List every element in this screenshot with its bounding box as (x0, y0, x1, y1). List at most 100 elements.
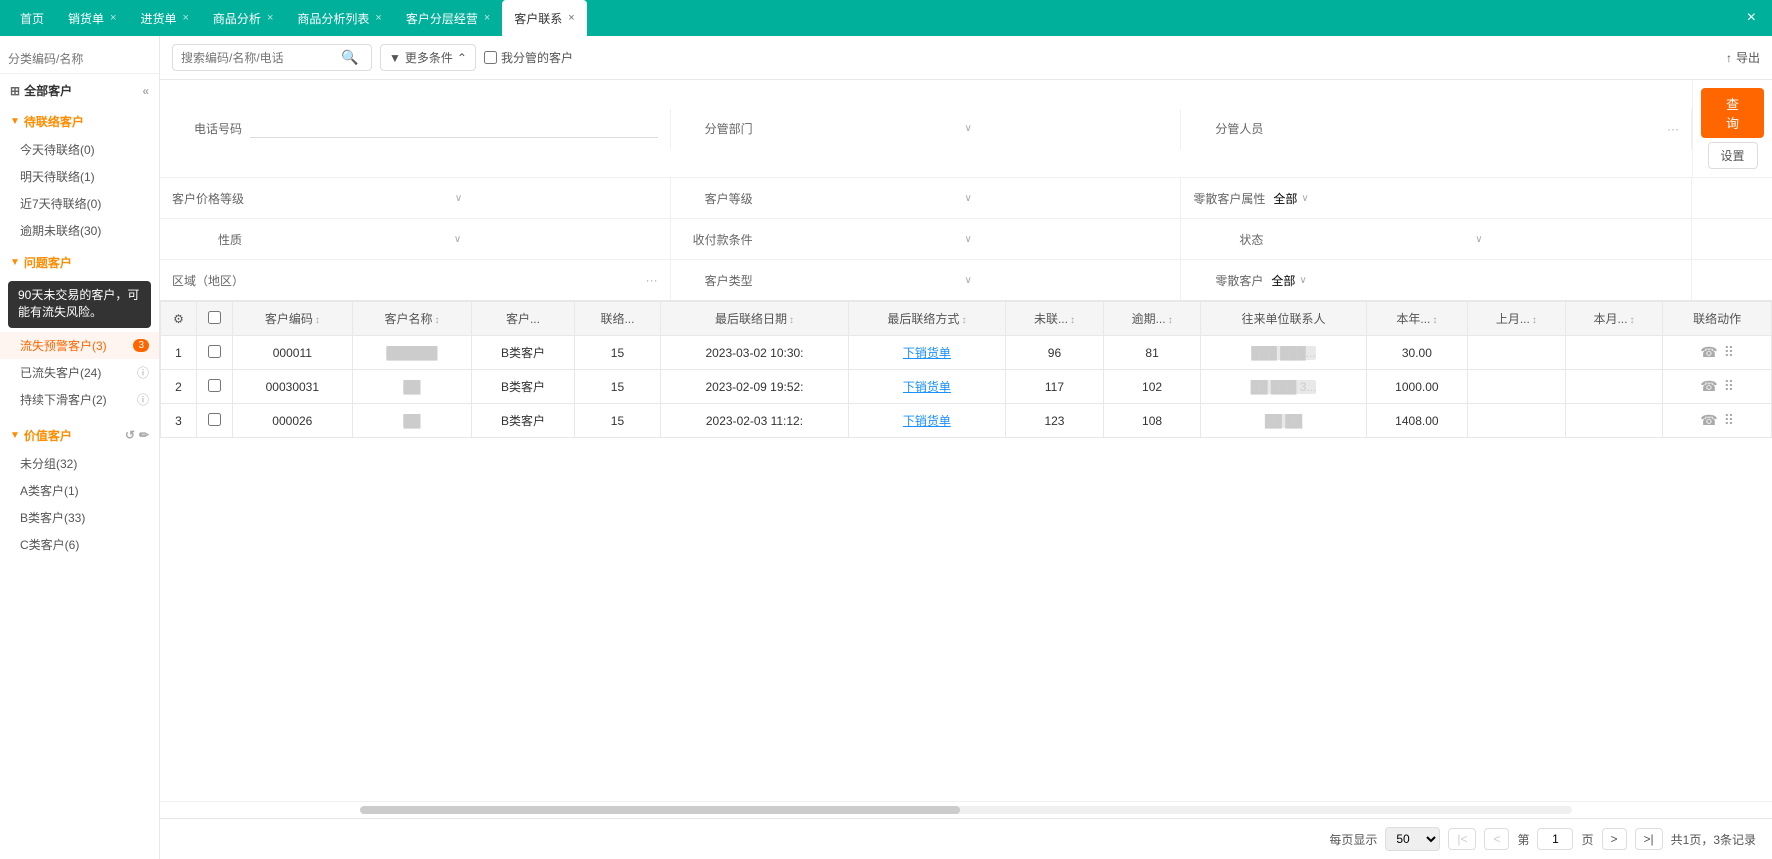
tab-product-analysis[interactable]: 商品分析 × (201, 0, 285, 36)
row-select-checkbox[interactable] (208, 379, 221, 392)
close-icon[interactable]: × (484, 12, 490, 24)
sidebar-search-input[interactable] (8, 52, 160, 66)
window-close-button[interactable]: × (1739, 9, 1764, 27)
zero-attr-select[interactable]: ∨ (1301, 193, 1679, 204)
payment-select[interactable]: ∨ (761, 234, 1169, 245)
select-all-checkbox[interactable] (208, 311, 221, 324)
horizontal-scrollbar[interactable] (160, 801, 1772, 818)
filter-row-1: 电话号码 分管部门 ∨ 分管人员 ··· (160, 80, 1772, 178)
row-code: 00030031 (233, 370, 353, 404)
close-icon[interactable]: × (267, 12, 273, 24)
filter-customer-type: 客户类型 ∨ (671, 260, 1182, 300)
tab-customer-segment[interactable]: 客户分层经营 × (394, 0, 502, 36)
th-this-year: 本年...↕ (1366, 302, 1467, 336)
first-page-button[interactable]: |< (1448, 828, 1476, 850)
collapse-icon[interactable]: « (142, 84, 149, 98)
row-type: B类客户 (472, 370, 574, 404)
export-button[interactable]: ↑ 导出 (1726, 49, 1760, 66)
row-select-checkbox[interactable] (208, 413, 221, 426)
more-actions-icon[interactable]: ⠿ (1724, 378, 1734, 395)
per-page-select[interactable]: 50 100 200 (1385, 827, 1440, 851)
close-icon[interactable]: × (568, 12, 574, 24)
row-contact: 15 (574, 336, 661, 370)
sidebar-group-title-pending[interactable]: ▼ 待联络客户 (0, 107, 159, 136)
page-input[interactable] (1537, 828, 1573, 850)
tab-sales-order[interactable]: 销货单 × (56, 0, 128, 36)
sidebar-item-class-b[interactable]: B类客户(33) (0, 504, 159, 531)
arrow-icon: ▼ (10, 116, 20, 127)
row-checkbox[interactable] (197, 370, 233, 404)
row-last-date: 2023-02-03 11:12: (661, 404, 848, 438)
more-icon[interactable]: ··· (1667, 122, 1679, 136)
prev-page-button[interactable]: < (1484, 828, 1509, 850)
row-name: ██████ (352, 336, 472, 370)
sidebar-item-tomorrow[interactable]: 明天待联络(1) (0, 163, 159, 190)
sidebar-item-ungroup[interactable]: 未分组(32) (0, 450, 159, 477)
tab-customer-contact[interactable]: 客户联系 × (502, 0, 586, 36)
row-code: 000026 (233, 404, 353, 438)
th-action: 联络动作 (1663, 302, 1772, 336)
settings-button[interactable]: 设置 (1708, 142, 1758, 169)
search-button[interactable]: 🔍 (341, 49, 358, 66)
row-last-date: 2023-03-02 10:30: (661, 336, 848, 370)
sidebar-item-churn-warning[interactable]: 流失预警客户(3) 3 (0, 332, 159, 359)
filter-panel: 电话号码 分管部门 ∨ 分管人员 ··· (160, 80, 1772, 301)
price-level-select[interactable]: ∨ (252, 193, 658, 204)
th-contact: 联络... (574, 302, 661, 336)
row-this-month (1565, 336, 1663, 370)
th-settings[interactable]: ⚙ (161, 302, 197, 336)
my-customers-checkbox-label[interactable]: 我分管的客户 (484, 49, 573, 66)
sidebar-item-today[interactable]: 今天待联络(0) (0, 136, 159, 163)
more-actions-icon[interactable]: ⠿ (1724, 344, 1734, 361)
more-actions-icon[interactable]: ⠿ (1724, 412, 1734, 429)
zero-customer-select[interactable]: ∨ (1299, 275, 1679, 286)
row-select-checkbox[interactable] (208, 345, 221, 358)
sidebar-item-class-c[interactable]: C类客户(6) (0, 531, 159, 558)
tab-product-list[interactable]: 商品分析列表 × (285, 0, 393, 36)
chevron-down-icon: ∨ (455, 193, 658, 204)
last-page-button[interactable]: >| (1635, 828, 1663, 850)
more-conditions-button[interactable]: ▼ 更多条件 ⌃ (380, 44, 476, 71)
close-icon[interactable]: × (375, 12, 381, 24)
refresh-icon[interactable]: ↺ (125, 428, 135, 442)
row-checkbox[interactable] (197, 336, 233, 370)
sidebar-group-problem: ▼ 问题客户 90天未交易的客户，可能有流失风险。 流失预警客户(3) 3 已流… (0, 248, 159, 413)
contact-icon[interactable]: ☎ (1700, 378, 1717, 395)
edit-icon[interactable]: ✏ (139, 428, 149, 442)
sidebar-group-title-value[interactable]: ▼ 价值客户 ↺ ✏ (0, 421, 159, 450)
scroll-thumb[interactable] (360, 806, 960, 814)
tab-purchase-order[interactable]: 进货单 × (128, 0, 200, 36)
sidebar-item-churned[interactable]: 已流失客户(24) ⓘ (0, 359, 159, 386)
sidebar-item-class-a[interactable]: A类客户(1) (0, 477, 159, 504)
status-select[interactable]: ∨ (1271, 234, 1679, 245)
tab-home[interactable]: 首页 (8, 0, 56, 36)
row-last-month (1468, 404, 1566, 438)
sidebar-item-declining[interactable]: 持续下滑客户(2) ⓘ (0, 386, 159, 413)
close-icon[interactable]: × (110, 12, 116, 24)
customer-type-select[interactable]: ∨ (761, 275, 1169, 286)
info-icon: ⓘ (137, 391, 149, 408)
next-page-button[interactable]: > (1602, 828, 1627, 850)
chevron-down-icon: ∨ (454, 234, 658, 245)
phone-input[interactable] (250, 119, 658, 138)
gender-select[interactable]: ∨ (250, 234, 658, 245)
sidebar-item-overdue[interactable]: 逾期未联络(30) (0, 217, 159, 244)
sidebar-all-customers[interactable]: ⊞ 全部客户 « (0, 74, 159, 107)
dept-select[interactable]: ∨ (761, 123, 1169, 134)
search-input[interactable] (181, 51, 341, 65)
row-actions: ☎ ⠿ (1663, 336, 1772, 370)
th-checkbox[interactable] (197, 302, 233, 336)
row-last-date: 2023-02-09 19:52: (661, 370, 848, 404)
contact-icon[interactable]: ☎ (1700, 412, 1717, 429)
query-button[interactable]: 查询 (1701, 88, 1764, 138)
customer-level-select[interactable]: ∨ (761, 193, 1169, 204)
close-icon[interactable]: × (182, 12, 188, 24)
more-icon[interactable]: ··· (646, 273, 658, 287)
row-this-year: 1000.00 (1366, 370, 1467, 404)
contact-icon[interactable]: ☎ (1700, 344, 1717, 361)
row-checkbox[interactable] (197, 404, 233, 438)
chevron-down-icon: ∨ (965, 275, 1169, 286)
my-customers-checkbox[interactable] (484, 51, 497, 64)
sidebar-group-title-problem[interactable]: ▼ 问题客户 (0, 248, 159, 277)
sidebar-item-7days[interactable]: 近7天待联络(0) (0, 190, 159, 217)
